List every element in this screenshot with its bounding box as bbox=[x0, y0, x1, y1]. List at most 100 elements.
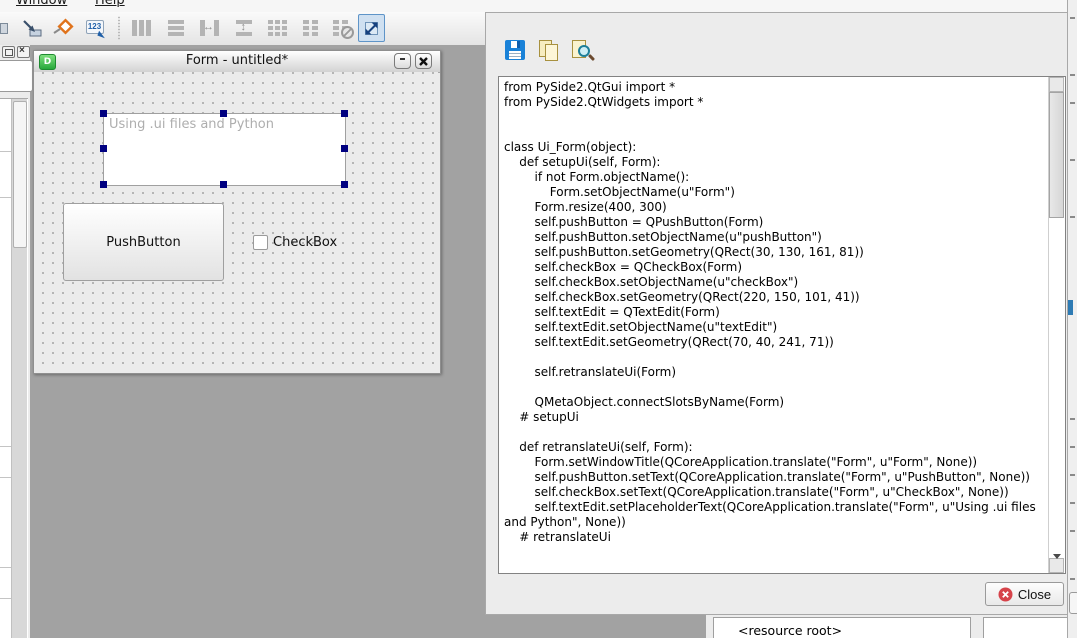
scroll-down-button[interactable] bbox=[1049, 558, 1064, 573]
toolbar-button-layout-grid[interactable] bbox=[264, 14, 291, 42]
selected-property-stub bbox=[1068, 300, 1073, 315]
dock-close-button[interactable]: × bbox=[17, 46, 30, 58]
list-separator bbox=[0, 567, 11, 568]
resource-root-item[interactable]: <resource root> bbox=[714, 618, 970, 638]
widget-box-scrollbar[interactable] bbox=[11, 99, 27, 638]
widget-filter-input[interactable] bbox=[0, 60, 33, 92]
form-title: Form - untitled* bbox=[34, 53, 440, 68]
edit-widgets-icon bbox=[0, 19, 7, 37]
copy-button[interactable] bbox=[534, 35, 564, 65]
resource-browser: <resource root> bbox=[706, 615, 1077, 638]
selection-handle-top-right[interactable] bbox=[341, 110, 348, 117]
selection-handle-bottom-left[interactable] bbox=[100, 181, 107, 188]
toolbar-button-layout-form[interactable] bbox=[297, 14, 324, 42]
menu-item-help[interactable]: Help bbox=[95, 0, 125, 8]
toolbar-button-edit-tab-order[interactable]: 123 bbox=[82, 14, 109, 42]
close-circle-icon bbox=[998, 587, 1013, 602]
minimize-icon bbox=[400, 58, 405, 60]
selection-handle-middle-left[interactable] bbox=[100, 145, 107, 152]
resource-panel-secondary[interactable] bbox=[983, 617, 1077, 638]
layout-splitter-horizontal-icon bbox=[200, 20, 219, 36]
scrollbar-thumb[interactable] bbox=[1049, 92, 1064, 218]
arrow-down-icon bbox=[1053, 554, 1061, 574]
menubar: Window Help bbox=[0, 0, 1077, 12]
toolbar-button-layout-horizontal[interactable] bbox=[128, 14, 155, 42]
close-button-label: Close bbox=[1018, 587, 1051, 602]
property-row-stub bbox=[1070, 102, 1075, 104]
tab-order-label: 123 bbox=[86, 20, 104, 34]
toolbar-button-adjust-size[interactable] bbox=[358, 14, 385, 42]
list-separator bbox=[0, 197, 11, 198]
toolbar-button-edit-widgets[interactable] bbox=[0, 14, 13, 42]
textedit-widget[interactable]: Using .ui files and Python bbox=[103, 113, 346, 186]
code-text: from PySide2.QtGui import * from PySide2… bbox=[499, 77, 1065, 545]
property-row-stub bbox=[1070, 578, 1075, 580]
property-row-stub bbox=[1070, 446, 1075, 448]
copy-icon bbox=[538, 40, 560, 60]
property-row-stub bbox=[1070, 474, 1075, 476]
toolbar-button-break-layout[interactable] bbox=[327, 14, 354, 42]
adjust-size-icon bbox=[362, 19, 381, 38]
minimize-button[interactable] bbox=[394, 53, 411, 69]
close-icon: × bbox=[19, 45, 25, 56]
form-canvas[interactable]: Using .ui files and Python PushButton Ch… bbox=[34, 72, 438, 371]
edit-tab-order-icon: 123 bbox=[86, 19, 106, 37]
pushbutton-widget[interactable]: PushButton bbox=[63, 203, 224, 281]
button-stub bbox=[1069, 592, 1077, 614]
checkbox-widget[interactable]: CheckBox bbox=[253, 235, 337, 250]
edit-signals-slots-icon bbox=[21, 18, 43, 38]
find-button[interactable] bbox=[566, 35, 596, 65]
property-row-stub bbox=[1070, 418, 1075, 420]
toolbar-button-edit-signals-slots[interactable] bbox=[18, 14, 45, 42]
textedit-placeholder: Using .ui files and Python bbox=[109, 117, 274, 132]
layout-horizontal-icon bbox=[132, 20, 151, 36]
property-editor-strip bbox=[1067, 0, 1077, 638]
checkbox-indicator[interactable] bbox=[253, 235, 268, 250]
save-button[interactable] bbox=[500, 35, 530, 65]
toolbar-button-edit-buddies[interactable] bbox=[50, 14, 77, 42]
toolbar-button-layout-splitter-horizontal[interactable] bbox=[196, 14, 223, 42]
scrollbar-thumb[interactable] bbox=[13, 101, 27, 248]
property-row-stub bbox=[1070, 530, 1075, 532]
pushbutton-label: PushButton bbox=[106, 235, 180, 250]
layout-grid-icon bbox=[268, 20, 287, 36]
widget-box-panel: × bbox=[0, 45, 30, 638]
selection-handle-top-center[interactable] bbox=[220, 110, 227, 117]
close-button[interactable] bbox=[415, 53, 432, 69]
magnifier-icon bbox=[578, 45, 590, 57]
edit-buddies-icon bbox=[52, 18, 76, 38]
form-titlebar[interactable]: D Form - untitled* bbox=[34, 51, 440, 73]
checkbox-label: CheckBox bbox=[273, 235, 337, 250]
code-area[interactable]: from PySide2.QtGui import * from PySide2… bbox=[498, 76, 1066, 574]
find-icon bbox=[570, 40, 592, 60]
selection-handle-middle-right[interactable] bbox=[341, 145, 348, 152]
widget-box-list[interactable] bbox=[0, 98, 28, 638]
property-row-stub bbox=[1070, 17, 1075, 19]
break-layout-icon bbox=[333, 20, 348, 36]
toolbar-separator bbox=[118, 16, 120, 40]
toolbar-button-layout-splitter-vertical[interactable] bbox=[230, 14, 257, 42]
qt-designer-window: Window Help 123 bbox=[0, 0, 1077, 638]
resource-tree[interactable]: <resource root> bbox=[713, 617, 971, 638]
dock-float-button[interactable] bbox=[2, 46, 15, 58]
selection-handle-bottom-center[interactable] bbox=[220, 181, 227, 188]
property-row-stub bbox=[1070, 216, 1075, 218]
list-separator bbox=[0, 151, 11, 152]
list-separator bbox=[0, 598, 11, 599]
close-dialog-button[interactable]: Close bbox=[985, 582, 1064, 606]
selection-handle-bottom-right[interactable] bbox=[341, 181, 348, 188]
layout-vertical-icon bbox=[168, 20, 184, 36]
list-separator bbox=[0, 477, 11, 478]
code-preview-dialog: from PySide2.QtGui import * from PySide2… bbox=[485, 12, 1067, 615]
selection-handle-top-left[interactable] bbox=[100, 110, 107, 117]
property-row-stub bbox=[1070, 74, 1075, 76]
scroll-up-button[interactable] bbox=[1049, 77, 1064, 92]
save-icon bbox=[505, 40, 525, 60]
form-window: D Form - untitled* Using .ui files and P… bbox=[33, 50, 441, 374]
property-row-stub bbox=[1070, 159, 1075, 161]
toolbar-button-layout-vertical[interactable] bbox=[162, 14, 189, 42]
list-separator bbox=[0, 446, 11, 447]
layout-form-icon bbox=[303, 20, 318, 36]
menu-item-window[interactable]: Window bbox=[16, 0, 67, 8]
code-scrollbar[interactable] bbox=[1048, 77, 1065, 573]
